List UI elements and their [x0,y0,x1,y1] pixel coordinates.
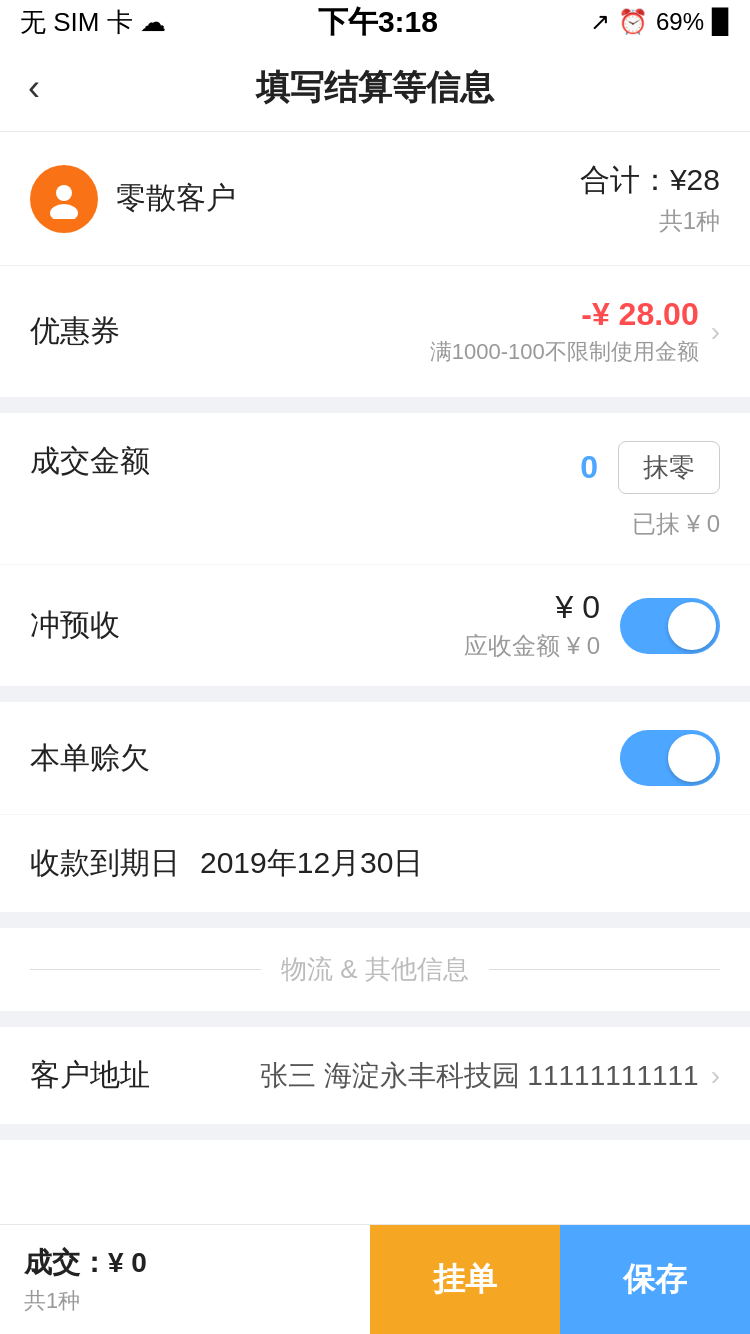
svg-point-1 [50,204,78,219]
prepayment-toggle[interactable] [620,598,720,654]
battery-icon: ▉ [712,8,730,36]
deal-section: 成交金额 0 抹零 已抹 ¥ 0 冲预收 ¥ 0 应收金额 ¥ 0 [0,413,750,686]
status-right: ↗ ⏰ 69% ▉ [590,8,730,36]
save-button[interactable]: 保存 [560,1225,750,1334]
sim-label: 无 SIM 卡 ☁ [20,5,166,40]
customer-right: 合计：¥28 共1种 [580,160,720,237]
customer-section: 零散客户 合计：¥28 共1种 优惠券 -¥ 28.00 满1000-100不限… [0,132,750,397]
credit-section: 本单赊欠 收款到期日 2019年12月30日 [0,702,750,912]
deal-amount-value: 0 [580,449,598,486]
bottom-deal-row: 成交：¥ 0 [24,1244,346,1282]
page-title: 填写结算等信息 [256,65,494,111]
due-date-value: 2019年12月30日 [200,843,423,884]
address-row[interactable]: 客户地址 张三 海淀永丰科技园 11111111111 › [0,1027,750,1124]
address-value: 张三 海淀永丰科技园 11111111111 [170,1057,699,1095]
credit-toggle-knob [668,734,716,782]
deal-amount-right: 0 抹零 已抹 ¥ 0 [580,441,720,540]
credit-row: 本单赊欠 [0,702,750,815]
bottom-count: 共1种 [24,1286,346,1316]
deal-amount-sub: 已抹 ¥ 0 [632,508,720,540]
prepayment-label: 冲预收 [30,605,120,646]
round-button[interactable]: 抹零 [618,441,720,494]
hang-button[interactable]: 挂单 [370,1225,560,1334]
separator-section: 物流 & 其他信息 [0,928,750,1011]
customer-count: 共1种 [580,205,720,237]
credit-label: 本单赊欠 [30,738,150,779]
bottom-info: 成交：¥ 0 共1种 [0,1225,370,1334]
credit-toggle[interactable] [620,730,720,786]
prepayment-row: 冲预收 ¥ 0 应收金额 ¥ 0 [0,565,750,686]
avatar [30,165,98,233]
battery-label: 69% [656,8,704,36]
deal-amount-controls: 0 抹零 [580,441,720,494]
content: 零散客户 合计：¥28 共1种 优惠券 -¥ 28.00 满1000-100不限… [0,132,750,1334]
deal-amount-label: 成交金额 [30,441,150,482]
nav-bar: ‹ 填写结算等信息 [0,44,750,132]
address-section: 客户地址 张三 海淀永丰科技园 11111111111 › [0,1027,750,1124]
status-bar: 无 SIM 卡 ☁ 下午3:18 ↗ ⏰ 69% ▉ [0,0,750,44]
deal-amount-row: 成交金额 0 抹零 已抹 ¥ 0 [0,413,750,565]
sep-line-left [30,969,261,970]
customer-name: 零散客户 [116,178,236,219]
prepayment-right: ¥ 0 应收金额 ¥ 0 [464,589,720,662]
prepayment-sub: 应收金额 ¥ 0 [464,630,600,662]
coupon-value-block: -¥ 28.00 满1000-100不限制使用金额 [430,296,699,367]
customer-total: 合计：¥28 [580,160,720,201]
signal-icon: ↗ [590,8,610,36]
due-date-label: 收款到期日 [30,843,180,884]
sep-line-right [489,969,720,970]
coupon-row[interactable]: 优惠券 -¥ 28.00 满1000-100不限制使用金额 › [0,265,750,397]
due-date-row: 收款到期日 2019年12月30日 [0,815,750,912]
customer-row[interactable]: 零散客户 合计：¥28 共1种 [0,132,750,265]
customer-left: 零散客户 [30,165,236,233]
svg-point-0 [56,185,72,201]
address-chevron-icon: › [711,1060,720,1092]
status-left: 无 SIM 卡 ☁ [20,5,166,40]
back-button[interactable]: ‹ [28,67,40,109]
status-time: 下午3:18 [318,2,438,43]
coupon-amount: -¥ 28.00 [430,296,699,333]
sep-line: 物流 & 其他信息 [0,928,750,1011]
bottom-deal-label: 成交： [24,1247,108,1278]
address-label: 客户地址 [30,1055,150,1096]
coupon-desc: 满1000-100不限制使用金额 [430,337,699,367]
sep-text: 物流 & 其他信息 [281,952,469,987]
bottom-deal-value: ¥ 0 [108,1247,147,1278]
clock-icon: ⏰ [618,8,648,36]
bottom-bar: 成交：¥ 0 共1种 挂单 保存 [0,1224,750,1334]
prepayment-amount-block: ¥ 0 应收金额 ¥ 0 [464,589,600,662]
prepayment-amount: ¥ 0 [464,589,600,626]
coupon-label: 优惠券 [30,311,120,352]
toggle-knob [668,602,716,650]
chevron-right-icon: › [711,316,720,348]
coupon-right: -¥ 28.00 满1000-100不限制使用金额 › [430,296,720,367]
